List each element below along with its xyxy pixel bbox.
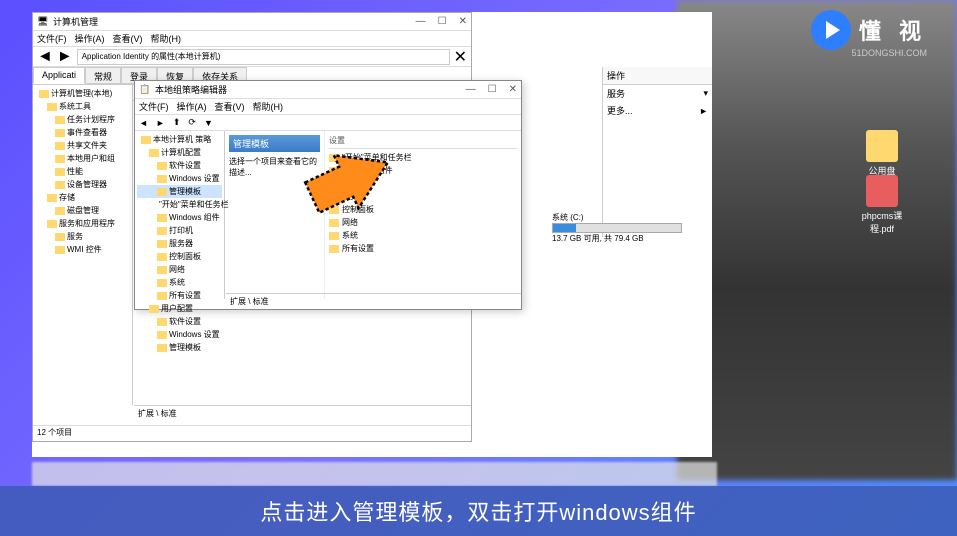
menu-help[interactable]: 帮助(H) xyxy=(253,100,284,113)
tab-application[interactable]: Applicati xyxy=(33,67,85,84)
tree-item[interactable]: 管理模板 xyxy=(137,341,222,354)
desktop-folder-shortcut[interactable]: 公用盘 xyxy=(857,130,907,177)
desktop-background xyxy=(677,0,957,480)
tree-item[interactable]: 性能 xyxy=(35,165,130,178)
close-button[interactable]: ✕ xyxy=(459,16,467,27)
back-icon[interactable]: ◄ xyxy=(139,118,148,128)
menubar: 文件(F) 操作(A) 查看(V) 帮助(H) xyxy=(33,31,471,47)
menu-help[interactable]: 帮助(H) xyxy=(151,32,182,45)
tutorial-arrow-cursor xyxy=(300,145,400,215)
minimize-button[interactable]: ― xyxy=(466,84,476,95)
disk-info: 系统 (C:) 13.7 GB 可用, 共 79.4 GB xyxy=(552,212,712,244)
action-more[interactable]: 更多...► xyxy=(603,102,712,119)
folder-icon xyxy=(866,130,898,162)
pdf-icon xyxy=(866,175,898,207)
tree-item[interactable]: 计算机管理(本地) xyxy=(35,87,130,100)
tree-item[interactable]: 共享文件夹 xyxy=(35,139,130,152)
tree-item[interactable]: "开始"菜单和任务栏 xyxy=(137,198,222,211)
titlebar[interactable]: 🖥 计算机管理 ― ☐ ✕ xyxy=(33,13,471,31)
tree-item[interactable]: 服务 xyxy=(35,230,130,243)
logo-play-icon xyxy=(811,10,851,50)
minimize-button[interactable]: ― xyxy=(416,16,426,27)
filter-icon[interactable]: ▼ xyxy=(204,118,213,128)
titlebar[interactable]: 📋 本地组策略编辑器 ― ☐ ✕ xyxy=(135,81,521,99)
tree-item[interactable]: 本地用户和组 xyxy=(35,152,130,165)
fwd-icon[interactable]: ► xyxy=(57,48,73,66)
app-icon: 📋 xyxy=(139,84,151,96)
tree-item[interactable]: Windows 设置 xyxy=(137,328,222,341)
menu-view[interactable]: 查看(V) xyxy=(113,32,143,45)
maximize-button[interactable]: ☐ xyxy=(438,16,447,27)
tree-item[interactable]: 打印机 xyxy=(137,224,222,237)
menu-action[interactable]: 操作(A) xyxy=(177,100,207,113)
tab-general[interactable]: 常规 xyxy=(85,67,121,84)
tree-item[interactable]: 任务计划程序 xyxy=(35,113,130,126)
view-tabs[interactable]: 扩展 \ 标准 xyxy=(134,405,471,423)
up-icon[interactable]: ⬆ xyxy=(173,117,181,128)
tree-item[interactable]: 本地计算机 策略 xyxy=(137,133,222,146)
tree-item[interactable]: 设备管理器 xyxy=(35,178,130,191)
list-item[interactable]: 所有设置 xyxy=(329,242,517,255)
app-icon: 🖥 xyxy=(37,16,49,28)
maximize-button[interactable]: ☐ xyxy=(488,84,497,95)
window-controls: ― ☐ ✕ xyxy=(416,16,467,27)
breadcrumb[interactable]: Application Identity 的属性(本地计算机) xyxy=(77,49,450,65)
tree-item[interactable]: 服务和应用程序 xyxy=(35,217,130,230)
disk-label: 系统 (C:) xyxy=(552,212,712,223)
close-button[interactable]: ✕ xyxy=(509,84,517,95)
tree-item[interactable]: 系统工具 xyxy=(35,100,130,113)
status-bar: 12 个项目 xyxy=(33,425,471,441)
tree-item[interactable]: 用户配置 xyxy=(137,302,222,315)
disk-usage-text: 13.7 GB 可用, 共 79.4 GB xyxy=(552,233,712,244)
tree-item[interactable]: 网络 xyxy=(137,263,222,276)
menu-file[interactable]: 文件(F) xyxy=(139,100,169,113)
tree-item[interactable]: 软件设置 xyxy=(137,159,222,172)
tree-item[interactable]: WMI 控件 xyxy=(35,243,130,256)
desktop-pdf-shortcut[interactable]: phpcms课程.pdf xyxy=(857,175,907,235)
window-title: 本地组策略编辑器 xyxy=(155,83,227,96)
video-caption: 点击进入管理模板，双击打开windows组件 xyxy=(0,486,957,536)
tree-item[interactable]: 服务器 xyxy=(137,237,222,250)
back-icon[interactable]: ◄ xyxy=(37,48,53,66)
refresh-icon[interactable]: ⟳ xyxy=(188,117,196,128)
menu-view[interactable]: 查看(V) xyxy=(215,100,245,113)
tree-item[interactable]: Windows 设置 xyxy=(137,172,222,185)
action-service[interactable]: 服务▾ xyxy=(603,85,712,102)
close-icon[interactable]: ✕ xyxy=(454,47,467,67)
disk-usage-bar xyxy=(552,223,682,233)
logo-text: 懂 视 xyxy=(859,14,927,46)
brand-logo: 懂 视 xyxy=(811,10,927,50)
windows-composite: 🖥 计算机管理 ― ☐ ✕ 文件(F) 操作(A) 查看(V) 帮助(H) ◄ … xyxy=(32,12,712,457)
toolbar2: ◄ ► ⬆ ⟳ ▼ xyxy=(135,115,521,131)
tree-item[interactable]: 系统 xyxy=(137,276,222,289)
tree-item[interactable]: 事件查看器 xyxy=(35,126,130,139)
tree-item[interactable]: 管理模板 xyxy=(137,185,222,198)
view-tabs[interactable]: 扩展 \ 标准 xyxy=(226,293,521,309)
window-title: 计算机管理 xyxy=(53,15,98,28)
toolbar: ◄ ► Application Identity 的属性(本地计算机) ✕ xyxy=(33,47,471,67)
list-item[interactable]: 网络 xyxy=(329,216,517,229)
tree-panel[interactable]: 本地计算机 策略计算机配置软件设置Windows 设置管理模板"开始"菜单和任务… xyxy=(135,131,225,299)
tree-item[interactable]: 控制面板 xyxy=(137,250,222,263)
desktop-pdf-label: phpcms课程.pdf xyxy=(862,211,903,234)
tree-item[interactable]: 存储 xyxy=(35,191,130,204)
tree-item[interactable]: Windows 组件 xyxy=(137,211,222,224)
menu-file[interactable]: 文件(F) xyxy=(37,32,67,45)
tree-panel[interactable]: 计算机管理(本地)系统工具任务计划程序事件查看器共享文件夹本地用户和组性能设备管… xyxy=(33,85,133,405)
menubar: 文件(F) 操作(A) 查看(V) 帮助(H) xyxy=(135,99,521,115)
window-controls: ― ☐ ✕ xyxy=(466,84,517,95)
tree-item[interactable]: 所有设置 xyxy=(137,289,222,302)
list-item[interactable]: 系统 xyxy=(329,229,517,242)
logo-subtitle: 51DONGSHI.COM xyxy=(851,48,927,58)
tree-item[interactable]: 磁盘管理 xyxy=(35,204,130,217)
menu-action[interactable]: 操作(A) xyxy=(75,32,105,45)
taskbar[interactable] xyxy=(32,462,717,486)
tree-item[interactable]: 软件设置 xyxy=(137,315,222,328)
fwd-icon[interactable]: ► xyxy=(156,118,165,128)
tree-item[interactable]: 计算机配置 xyxy=(137,146,222,159)
actions-header: 操作 xyxy=(603,67,712,85)
